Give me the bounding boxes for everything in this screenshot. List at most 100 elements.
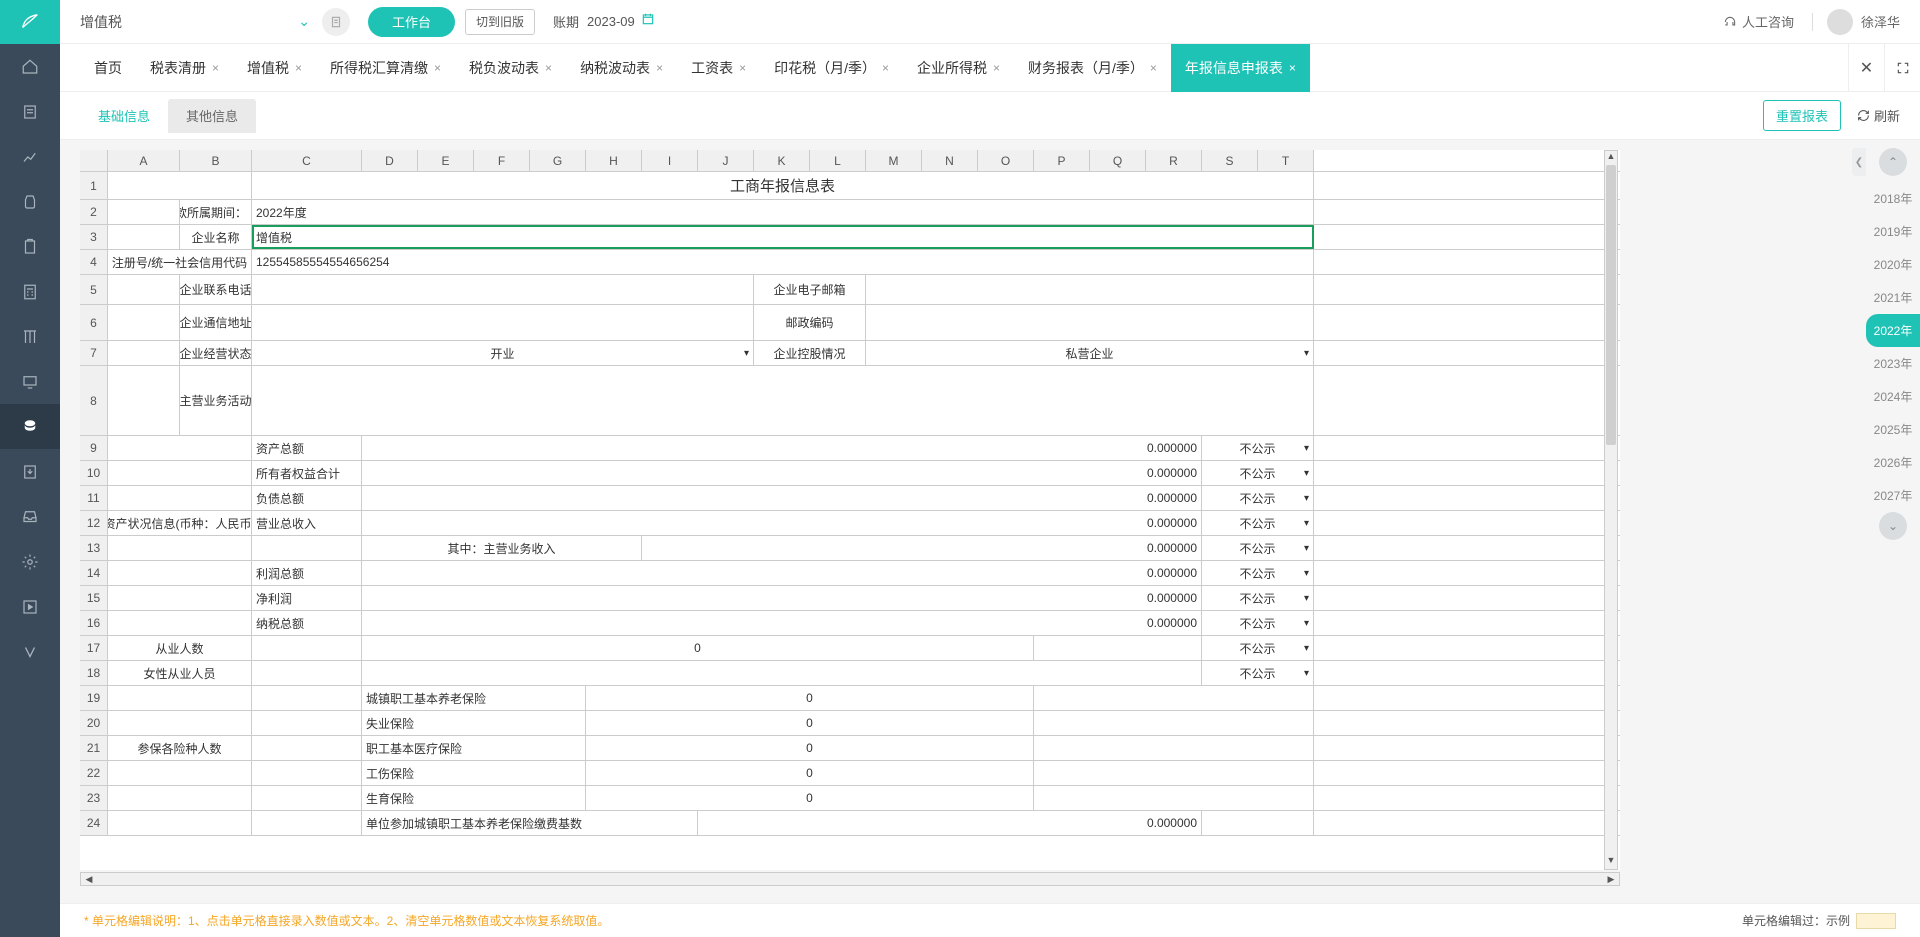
cell[interactable]: [108, 561, 252, 585]
cell[interactable]: 不公示: [1202, 486, 1314, 510]
col-header-N[interactable]: N: [922, 150, 978, 171]
col-header-L[interactable]: L: [810, 150, 866, 171]
cell[interactable]: 0.000000: [362, 461, 1202, 485]
spreadsheet[interactable]: ABCDEFGHIJKLMNOPQRST1工商年报信息表2税款所属期间：2022…: [80, 150, 1620, 870]
subtab-other[interactable]: 其他信息: [168, 99, 256, 133]
cell[interactable]: 主营业务活动: [180, 366, 252, 435]
row-header-5[interactable]: 5: [80, 275, 108, 304]
col-header-J[interactable]: J: [698, 150, 754, 171]
cell[interactable]: [252, 536, 362, 560]
row-header-13[interactable]: 13: [80, 536, 108, 560]
close-icon[interactable]: ×: [739, 61, 746, 75]
cell[interactable]: [1034, 711, 1314, 735]
horizontal-scrollbar[interactable]: ◀▶: [80, 872, 1620, 888]
cell[interactable]: [252, 736, 362, 760]
cell[interactable]: 参保各险种人数: [108, 736, 252, 760]
cell[interactable]: [1034, 686, 1314, 710]
cell[interactable]: [108, 611, 252, 635]
cell[interactable]: 开业: [252, 341, 754, 365]
cell[interactable]: 不公示: [1202, 461, 1314, 485]
company-selector[interactable]: 增值税 ⌄: [80, 12, 310, 32]
cell[interactable]: [108, 172, 252, 199]
row-header-15[interactable]: 15: [80, 586, 108, 610]
cell[interactable]: [252, 761, 362, 785]
cell[interactable]: 企业控股情况: [754, 341, 866, 365]
col-header-K[interactable]: K: [754, 150, 810, 171]
nav-sheet-icon[interactable]: [0, 89, 60, 134]
col-header-R[interactable]: R: [1146, 150, 1202, 171]
nav-play-icon[interactable]: [0, 584, 60, 629]
cell[interactable]: 营业总收入: [252, 511, 362, 535]
close-icon[interactable]: ×: [656, 61, 663, 75]
row-header-24[interactable]: 24: [80, 811, 108, 835]
cell[interactable]: [362, 661, 1202, 685]
cell[interactable]: [108, 761, 252, 785]
row-header-9[interactable]: 9: [80, 436, 108, 460]
tab-企业所得税[interactable]: 企业所得税×: [903, 44, 1014, 92]
cell[interactable]: 企业名称: [180, 225, 252, 249]
cell[interactable]: 邮政编码: [754, 305, 866, 340]
cell[interactable]: [252, 661, 362, 685]
vertical-scrollbar[interactable]: ▲▼: [1604, 150, 1620, 870]
tab-财务报表（月/季）[interactable]: 财务报表（月/季）×: [1014, 44, 1171, 92]
cell[interactable]: 0: [362, 636, 1034, 660]
user-avatar[interactable]: [1827, 9, 1853, 35]
cell[interactable]: [108, 811, 252, 835]
row-header-22[interactable]: 22: [80, 761, 108, 785]
nav-export-icon[interactable]: [0, 449, 60, 494]
year-2022年[interactable]: 2022年: [1866, 314, 1920, 347]
year-2025年[interactable]: 2025年: [1866, 413, 1920, 446]
col-header-A[interactable]: A: [108, 150, 180, 171]
close-icon[interactable]: ×: [545, 61, 552, 75]
tab-close-all[interactable]: ✕: [1848, 44, 1884, 92]
cell[interactable]: [866, 275, 1314, 304]
row-header-20[interactable]: 20: [80, 711, 108, 735]
switch-old-button[interactable]: 切到旧版: [465, 9, 535, 35]
tab-税表清册[interactable]: 税表清册×: [136, 44, 233, 92]
col-header-Q[interactable]: Q: [1090, 150, 1146, 171]
rail-up-icon[interactable]: ⌃: [1879, 148, 1907, 176]
tab-fullscreen[interactable]: [1884, 44, 1920, 92]
close-icon[interactable]: ×: [882, 61, 889, 75]
cell[interactable]: [1202, 811, 1314, 835]
company-name-cell[interactable]: 增值税: [252, 225, 1314, 249]
cell[interactable]: 税款所属期间：: [180, 200, 252, 224]
cell[interactable]: [252, 686, 362, 710]
close-icon[interactable]: ×: [1150, 61, 1157, 75]
close-icon[interactable]: ×: [434, 61, 441, 75]
row-header-17[interactable]: 17: [80, 636, 108, 660]
cell[interactable]: [108, 586, 252, 610]
cell[interactable]: [108, 486, 252, 510]
nav-clipboard-icon[interactable]: [0, 224, 60, 269]
tab-纳税波动表[interactable]: 纳税波动表×: [566, 44, 677, 92]
rail-down-icon[interactable]: ⌄: [1879, 512, 1907, 540]
cell[interactable]: 不公示: [1202, 661, 1314, 685]
cell[interactable]: 0.000000: [698, 811, 1202, 835]
cell[interactable]: [108, 786, 252, 810]
cell[interactable]: [252, 811, 362, 835]
rail-collapse[interactable]: ❮: [1852, 148, 1866, 176]
cell[interactable]: 不公示: [1202, 586, 1314, 610]
row-header-12[interactable]: 12: [80, 511, 108, 535]
cell[interactable]: 0.000000: [362, 561, 1202, 585]
col-header-O[interactable]: O: [978, 150, 1034, 171]
close-icon[interactable]: ×: [295, 61, 302, 75]
cell[interactable]: 0: [586, 736, 1034, 760]
tab-税负波动表[interactable]: 税负波动表×: [455, 44, 566, 92]
cell[interactable]: 0.000000: [362, 486, 1202, 510]
cell[interactable]: 0.000000: [642, 536, 1202, 560]
col-header-F[interactable]: F: [474, 150, 530, 171]
year-2026年[interactable]: 2026年: [1866, 446, 1920, 479]
tab-首页[interactable]: 首页: [80, 44, 136, 92]
cell[interactable]: 0: [586, 786, 1034, 810]
cell[interactable]: 0.000000: [362, 436, 1202, 460]
col-header-P[interactable]: P: [1034, 150, 1090, 171]
nav-inbox-icon[interactable]: [0, 494, 60, 539]
cell[interactable]: [108, 305, 180, 340]
col-header-B[interactable]: B: [180, 150, 252, 171]
username[interactable]: 徐泽华: [1861, 12, 1900, 31]
close-icon[interactable]: ×: [1289, 61, 1296, 75]
cell[interactable]: [1034, 761, 1314, 785]
year-2019年[interactable]: 2019年: [1866, 215, 1920, 248]
cell[interactable]: [108, 341, 180, 365]
